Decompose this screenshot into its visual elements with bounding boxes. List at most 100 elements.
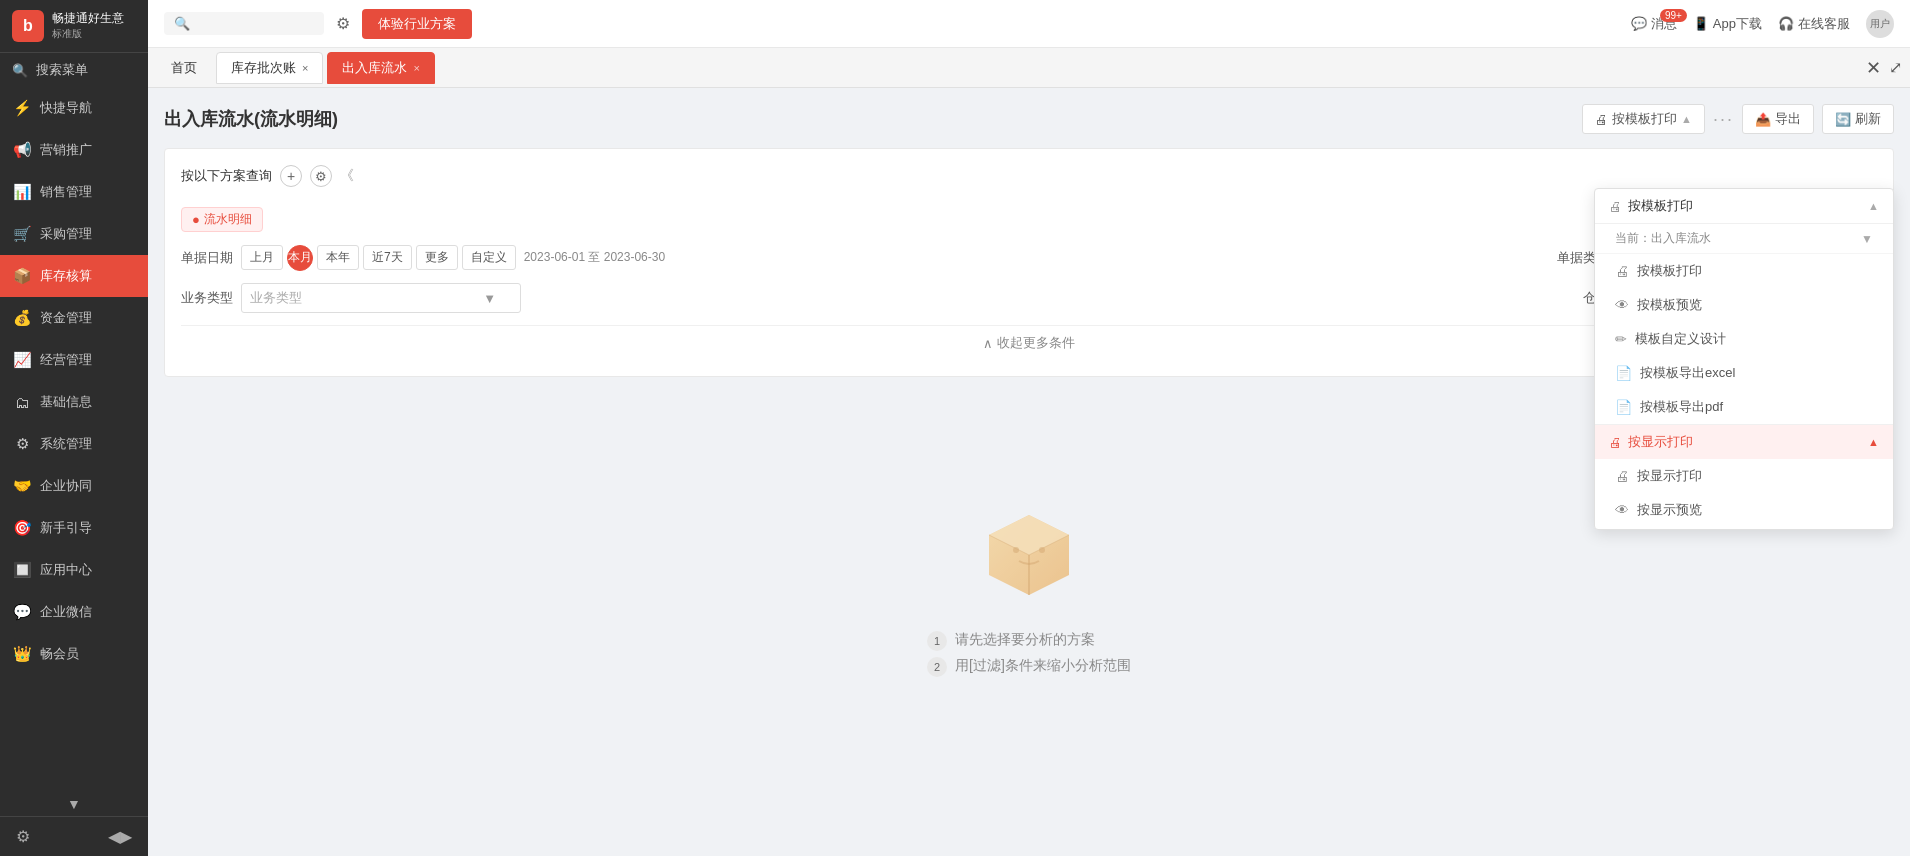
message-badge: 99+ [1660,9,1687,22]
tab-in-out-flow-close[interactable]: × [413,62,419,74]
dropdown-item-template-custom[interactable]: ✏ 模板自定义设计 [1595,322,1893,356]
sidebar-item-label: 采购管理 [40,225,92,243]
sidebar-footer: ⚙ ◀▶ [0,816,148,856]
inventory-icon: 📦 [12,266,32,286]
operation-icon: 📈 [12,350,32,370]
sidebar-settings-button[interactable]: ⚙ [16,827,30,846]
export-button[interactable]: 📤 导出 [1742,104,1814,134]
svg-point-6 [1039,547,1045,553]
user-avatar[interactable]: 用户 [1866,10,1894,38]
filter-add-button[interactable]: + [280,165,302,187]
dropdown-item-template-pdf[interactable]: 📄 按模板导出pdf [1595,390,1893,424]
sidebar-item-purchase[interactable]: 🛒 采购管理 [0,213,148,255]
tab-batch-account-label: 库存批次账 [231,59,296,77]
sidebar-item-corp-wechat[interactable]: 💬 企业微信 [0,591,148,633]
app-download-button[interactable]: 📱 App下载 [1693,15,1762,33]
dropdown-item-display-print[interactable]: 🖨 按显示打印 [1595,459,1893,493]
tab-batch-account-close[interactable]: × [302,62,308,74]
empty-illustration [969,495,1089,615]
marketing-icon: 📢 [12,140,32,160]
display-section-arrow-icon[interactable]: ▲ [1868,436,1879,448]
sidebar-item-label: 销售管理 [40,183,92,201]
dropdown-item-template-excel[interactable]: 📄 按模板导出excel [1595,356,1893,390]
tab-home[interactable]: 首页 [156,52,212,84]
date-label: 单据日期 [181,249,233,267]
dropdown-title-row: 🖨 按模板打印 [1609,197,1693,215]
sidebar-item-marketing[interactable]: 📢 营销推广 [0,129,148,171]
svg-point-5 [1013,547,1019,553]
sidebar-item-basic-info[interactable]: 🗂 基础信息 [0,381,148,423]
sidebar-item-collab[interactable]: 🤝 企业协同 [0,465,148,507]
current-label: 当前：出入库流水 [1615,230,1711,247]
date-btn-more[interactable]: 更多 [416,245,458,270]
purchase-icon: 🛒 [12,224,32,244]
sidebar-item-finance[interactable]: 💰 资金管理 [0,297,148,339]
message-button[interactable]: 💬 消息 99+ [1631,15,1677,33]
tab-batch-account[interactable]: 库存批次账 × [216,52,323,84]
sidebar: b 畅捷通好生意 标准版 🔍 搜索菜单 ⚡ 快捷导航 📢 营销推广 📊 销售管理 [0,0,148,856]
topbar-search-input[interactable] [194,16,314,31]
more-options-icon[interactable]: ··· [1713,109,1734,130]
date-btn-current-year[interactable]: 本年 [317,245,359,270]
sidebar-item-quick-nav[interactable]: ⚡ 快捷导航 [0,87,148,129]
filter-collapse-button[interactable]: 《 [340,167,354,185]
tab-in-out-flow[interactable]: 出入库流水 × [327,52,434,84]
filter-date-item: 单据日期 上月 本月 本年 近7天 更多 自定义 2023-06-01 至 20… [181,245,665,271]
search-icon: 🔍 [12,63,28,78]
topbar-search-box[interactable]: 🔍 [164,12,324,35]
trial-button[interactable]: 体验行业方案 [362,9,472,39]
dropdown-main-header: 🖨 按模板打印 ▲ [1595,189,1893,224]
print-dropdown-panel: 🖨 按模板打印 ▲ 当前：出入库流水 ▼ 🖨 按模板 [1594,188,1894,530]
topbar-gear-icon[interactable]: ⚙ [336,14,350,33]
sidebar-scroll-down[interactable]: ▼ [0,792,148,816]
dropdown-section-display-header[interactable]: 🖨 按显示打印 ▲ [1595,425,1893,459]
dropdown-item-template-print[interactable]: 🖨 按模板打印 [1595,254,1893,288]
date-btn-custom[interactable]: 自定义 [462,245,516,270]
filter-tag-item[interactable]: ● 流水明细 [181,207,263,232]
sidebar-item-sales[interactable]: 📊 销售管理 [0,171,148,213]
sidebar-item-inventory[interactable]: 📦 库存核算 [0,255,148,297]
tabbar-expand-button[interactable]: ⤢ [1889,58,1902,77]
dropdown-item-template-preview[interactable]: 👁 按模板预览 [1595,288,1893,322]
pdf-icon: 📄 [1615,399,1632,415]
sidebar-collapse-button[interactable]: ◀▶ [108,827,132,846]
filter-setting-button[interactable]: ⚙ [310,165,332,187]
app-logo-icon: b [12,10,44,42]
date-btn-current-month[interactable]: 本月 [287,245,313,271]
date-btn-7days[interactable]: 近7天 [363,245,412,270]
refresh-button[interactable]: 🔄 刷新 [1822,104,1894,134]
sidebar-item-label: 基础信息 [40,393,92,411]
vip-icon: 👑 [12,644,32,664]
sidebar-item-guide[interactable]: 🎯 新手引导 [0,507,148,549]
dropdown-item-display-settings[interactable]: ⚙ 按显示打印设置 [1595,527,1893,529]
system-icon: ⚙ [12,434,32,454]
biz-type-placeholder: 业务类型 [250,289,302,307]
phone-icon: 📱 [1693,16,1709,31]
topbar-search-icon: 🔍 [174,16,190,31]
page-header-row: 出入库流水(流水明细) 🖨 按模板打印 ▲ ··· 📤 导出 🔄 刷新 [164,104,1894,134]
biz-type-select[interactable]: 业务类型 ▼ [241,283,521,313]
content-area: 出入库流水(流水明细) 🖨 按模板打印 ▲ ··· 📤 导出 🔄 刷新 [148,88,1910,856]
sidebar-item-operation[interactable]: 📈 经营管理 [0,339,148,381]
sidebar-nav: ⚡ 快捷导航 📢 营销推广 📊 销售管理 🛒 采购管理 📦 库存核算 💰 [0,87,148,792]
template-print-dropdown-button[interactable]: 🖨 按模板打印 ▲ [1582,104,1705,134]
sidebar-item-label: 应用中心 [40,561,92,579]
refresh-icon: 🔄 [1835,112,1851,127]
date-btn-last-month[interactable]: 上月 [241,245,283,270]
page-title: 出入库流水(流水明细) [164,107,338,131]
tabbar-close-button[interactable]: ✕ [1866,57,1881,79]
edit-icon: ✏ [1615,331,1627,347]
sidebar-item-label: 系统管理 [40,435,92,453]
scroll-down-button[interactable]: ▼ [67,796,81,812]
sidebar-item-label: 企业微信 [40,603,92,621]
sidebar-item-vip[interactable]: 👑 畅会员 [0,633,148,675]
sidebar-item-system[interactable]: ⚙ 系统管理 [0,423,148,465]
online-service-button[interactable]: 🎧 在线客服 [1778,15,1850,33]
dropdown-arrow-up-icon: ▲ [1681,113,1692,125]
sidebar-item-app-center[interactable]: 🔲 应用中心 [0,549,148,591]
dropdown-item-display-preview[interactable]: 👁 按显示预览 [1595,493,1893,527]
refresh-label: 刷新 [1855,110,1881,128]
headset-icon: 🎧 [1778,16,1794,31]
basic-info-icon: 🗂 [12,392,32,412]
sidebar-search[interactable]: 🔍 搜索菜单 [0,53,148,87]
